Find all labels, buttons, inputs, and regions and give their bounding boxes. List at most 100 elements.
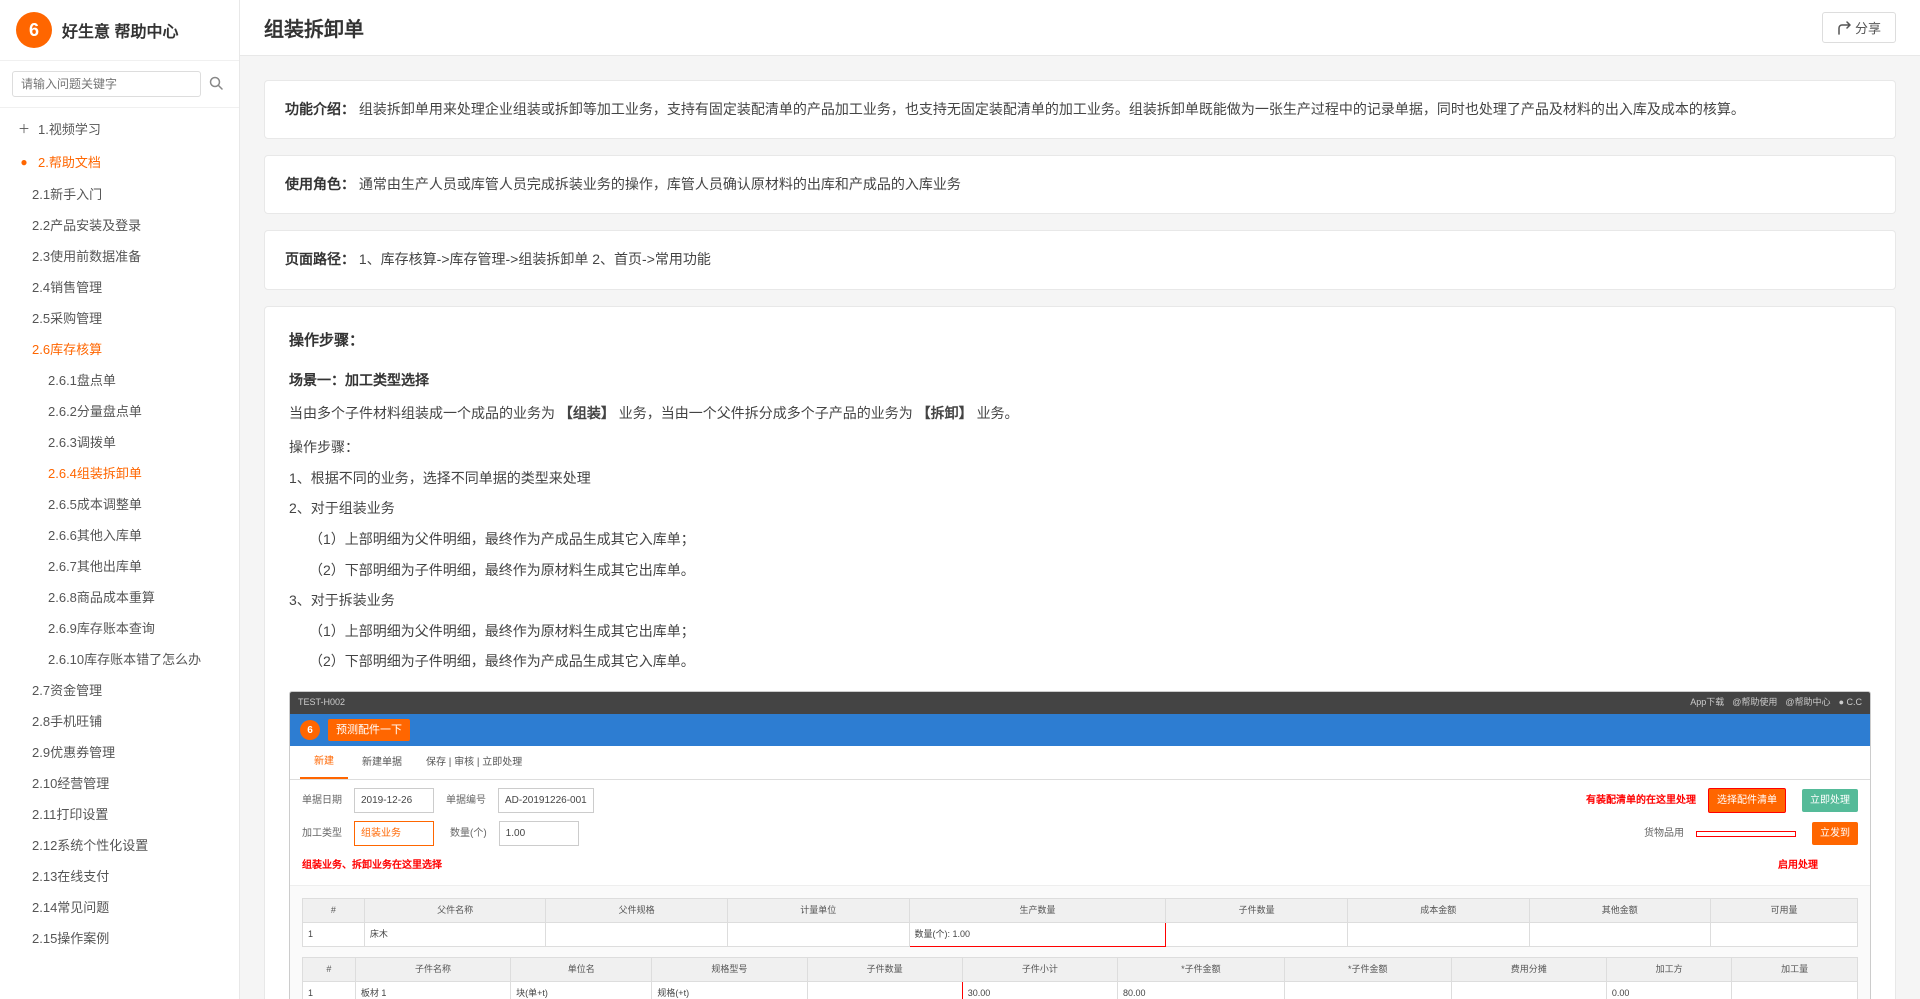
mock-app-bar: 6 预测配件一下 bbox=[290, 714, 1870, 746]
mock-th-avail: 可用量 bbox=[1711, 899, 1858, 923]
step2: 2、对于组装业务 bbox=[289, 495, 1871, 522]
annotation-2: 组装业务、拆卸业务在这里选择 bbox=[302, 856, 442, 875]
mock-td-unit bbox=[727, 923, 909, 947]
sidebar-sub-label: 2.12系统个性化设置 bbox=[32, 835, 148, 854]
page-title: 组装拆卸单 bbox=[264, 13, 364, 42]
scene1-title: 场景一：加工类型选择 bbox=[289, 367, 1871, 394]
mock-th-qty-prod: 生产数量 bbox=[909, 899, 1166, 923]
sidebar-item-inv-check[interactable]: 2.6.1盘点单 bbox=[0, 364, 239, 395]
sidebar-item-mobile[interactable]: 2.8手机旺铺 bbox=[0, 705, 239, 736]
mock-form-area: 单据日期 2019-12-26 单据编号 AD-20191226-001 有装配… bbox=[290, 780, 1870, 886]
sidebar-item-inv-in[interactable]: 2.6.6其他入库单 bbox=[0, 519, 239, 550]
sidebar-item-coupon[interactable]: 2.9优惠券管理 bbox=[0, 736, 239, 767]
sidebar-sub-label: 2.8手机旺铺 bbox=[32, 711, 102, 730]
sidebar-item-inv-transfer[interactable]: 2.6.3调拨单 bbox=[0, 426, 239, 457]
sidebar-item-faq[interactable]: 2.14常见问题 bbox=[0, 891, 239, 922]
mock-status-sep: App下载 @帮助使用 @帮助中心 ● C.C bbox=[1690, 694, 1862, 711]
sidebar-item-inv-assembly[interactable]: 2.6.4组装拆卸单 bbox=[0, 457, 239, 488]
sidebar-item-video[interactable]: ＋ 1.视频学习 bbox=[0, 112, 239, 145]
search-button[interactable] bbox=[205, 72, 227, 97]
main-area: 组装拆卸单 分享 功能介绍： 组装拆卸单用来处理企业组装或拆卸等加工业务，支持有… bbox=[240, 0, 1920, 999]
sidebar-item-ops[interactable]: 2.10经营管理 bbox=[0, 767, 239, 798]
sidebar-sub-label: 2.6.1盘点单 bbox=[48, 370, 116, 389]
sidebar-item-install[interactable]: 2.2产品安装及登录 bbox=[0, 209, 239, 240]
mock-tab-new[interactable]: 新建 bbox=[300, 746, 348, 779]
sidebar-sub-label: 2.4销售管理 bbox=[32, 277, 102, 296]
sidebar-item-case[interactable]: 2.15操作案例 bbox=[0, 922, 239, 953]
step2-2: （2）下部明细为子件明细，最终作为原材料生成其它出库单。 bbox=[289, 557, 1871, 584]
mock-lth-amt1: *子件金额 bbox=[1118, 958, 1285, 982]
function-intro-label: 功能介绍： bbox=[285, 101, 355, 117]
sidebar: 6 好生意 帮助中心 ＋ 1.视频学习 ● 2.帮助文档 2.1新手入门 2.2… bbox=[0, 0, 240, 999]
mock-select-btn[interactable]: 选择配件清单 bbox=[1708, 788, 1786, 813]
path-label: 页面路径： bbox=[285, 251, 355, 267]
sidebar-item-sales[interactable]: 2.4销售管理 bbox=[0, 271, 239, 302]
sidebar-sub-label: 2.1新手入门 bbox=[32, 184, 102, 203]
mock-tab-list[interactable]: 新建单据 bbox=[348, 747, 416, 778]
brand-name: 好生意 帮助中心 bbox=[62, 18, 178, 42]
mock-th-other: 其他金额 bbox=[1529, 899, 1711, 923]
mock-logo: 6 bbox=[300, 720, 320, 740]
mock-goods-input[interactable] bbox=[1696, 831, 1796, 837]
mock-td-sub bbox=[1166, 923, 1348, 947]
mock-lth-qty-sub: 子件数量 bbox=[807, 958, 962, 982]
sidebar-item-inv-cost2[interactable]: 2.6.8商品成本重算 bbox=[0, 581, 239, 612]
sidebar-item-inv-out[interactable]: 2.6.7其他出库单 bbox=[0, 550, 239, 581]
search-input[interactable] bbox=[12, 71, 201, 97]
search-area bbox=[0, 61, 239, 108]
mock-lth-proc-qty: 加工量 bbox=[1732, 958, 1858, 982]
mock-lower-table-area: # 子件名称 单位名 规格型号 子件数量 子件小计 *子件金额 *子件金额 费用… bbox=[290, 949, 1870, 999]
step3: 3、对于拆装业务 bbox=[289, 587, 1871, 614]
mock-date-input[interactable]: 2019-12-26 bbox=[354, 788, 434, 813]
mock-status-bar: TEST-H002 App下载 @帮助使用 @帮助中心 ● C.C bbox=[290, 692, 1870, 714]
sidebar-sub-label: 2.6.3调拨单 bbox=[48, 432, 116, 451]
mock-th-num: # bbox=[303, 899, 365, 923]
share-button[interactable]: 分享 bbox=[1822, 12, 1896, 43]
step3-2: （2）下部明细为子件明细，最终作为产成品生成其它入库单。 bbox=[289, 648, 1871, 675]
sidebar-item-capital[interactable]: 2.7资金管理 bbox=[0, 674, 239, 705]
mock-confirm-btn[interactable]: 立发到 bbox=[1812, 822, 1858, 845]
sidebar-sub-label: 2.14常见问题 bbox=[32, 897, 109, 916]
sidebar-item-inventory[interactable]: 2.6库存核算 bbox=[0, 333, 239, 364]
sidebar-item-new[interactable]: 2.1新手入门 bbox=[0, 178, 239, 209]
sidebar-item-inv-cost[interactable]: 2.6.5成本调整单 bbox=[0, 488, 239, 519]
mock-th-parent-name: 父件名称 bbox=[364, 899, 546, 923]
sidebar-item-inv-err[interactable]: 2.6.10库存账本错了怎么办 bbox=[0, 643, 239, 674]
mock-qty-label: 数量(个) bbox=[450, 824, 487, 843]
annotation-3: 启用处理 bbox=[1778, 856, 1818, 875]
mock-apply-btn[interactable]: 立即处理 bbox=[1802, 789, 1858, 812]
sidebar-item-print[interactable]: 2.11打印设置 bbox=[0, 798, 239, 829]
mock-num-input[interactable]: AD-20191226-001 bbox=[498, 788, 594, 813]
mock-td-name: 床木 bbox=[364, 923, 546, 947]
mock-td-other bbox=[1529, 923, 1711, 947]
mock-tab-actions[interactable]: 保存 | 审核 | 立即处理 bbox=[416, 749, 532, 776]
use-role-text: 通常由生产人员或库管人员完成拆装业务的操作，库管人员确认原材料的出库和产成品的入… bbox=[359, 176, 961, 192]
scene1-desc: 当由多个子件材料组装成一个成品的业务为 【组装】 业务，当由一个父件拆分成多个子… bbox=[289, 400, 1871, 427]
screenshot-inner: TEST-H002 App下载 @帮助使用 @帮助中心 ● C.C 6 预测配件… bbox=[290, 692, 1870, 999]
mock-lth-amt2: *子件金额 bbox=[1284, 958, 1451, 982]
sidebar-item-docs[interactable]: ● 2.帮助文档 bbox=[0, 145, 239, 178]
sidebar-item-custom[interactable]: 2.12系统个性化设置 bbox=[0, 829, 239, 860]
mock-form-row-1: 单据日期 2019-12-26 单据编号 AD-20191226-001 有装配… bbox=[302, 788, 1858, 813]
mock-td-num: 1 bbox=[303, 923, 365, 947]
sidebar-item-inv-book[interactable]: 2.6.9库存账本查询 bbox=[0, 612, 239, 643]
sidebar-sub-label: 2.6.8商品成本重算 bbox=[48, 587, 155, 606]
mock-th-cost: 成本金额 bbox=[1347, 899, 1529, 923]
mock-app-id: TEST-H002 bbox=[298, 694, 345, 711]
mock-qty-input[interactable]: 1.00 bbox=[499, 821, 579, 846]
sidebar-item-data[interactable]: 2.3使用前数据准备 bbox=[0, 240, 239, 271]
mock-upper-table-area: # 父件名称 父件规格 计量单位 生产数量 子件数量 成本金额 其他金额 可用量 bbox=[290, 886, 1870, 949]
mock-td-spec bbox=[546, 923, 728, 947]
main-header: 组装拆卸单 分享 bbox=[240, 0, 1920, 56]
sidebar-item-payment[interactable]: 2.13在线支付 bbox=[0, 860, 239, 891]
mock-type-input[interactable]: 组装业务 bbox=[354, 821, 434, 846]
path-text: 1、库存核算->库存管理->组装拆卸单 2、首页->常用功能 bbox=[359, 251, 711, 267]
mock-td-cost bbox=[1347, 923, 1529, 947]
sidebar-item-purchase[interactable]: 2.5采购管理 bbox=[0, 302, 239, 333]
mock-tab-bar: 新建 新建单据 保存 | 审核 | 立即处理 bbox=[290, 746, 1870, 780]
screenshot-container: TEST-H002 App下载 @帮助使用 @帮助中心 ● C.C 6 预测配件… bbox=[289, 691, 1871, 999]
sidebar-sub-label: 2.10经营管理 bbox=[32, 773, 109, 792]
sidebar-item-inv-split[interactable]: 2.6.2分量盘点单 bbox=[0, 395, 239, 426]
nav-section: ＋ 1.视频学习 ● 2.帮助文档 2.1新手入门 2.2产品安装及登录 2.3… bbox=[0, 108, 239, 957]
logo-icon: 6 bbox=[16, 12, 52, 48]
